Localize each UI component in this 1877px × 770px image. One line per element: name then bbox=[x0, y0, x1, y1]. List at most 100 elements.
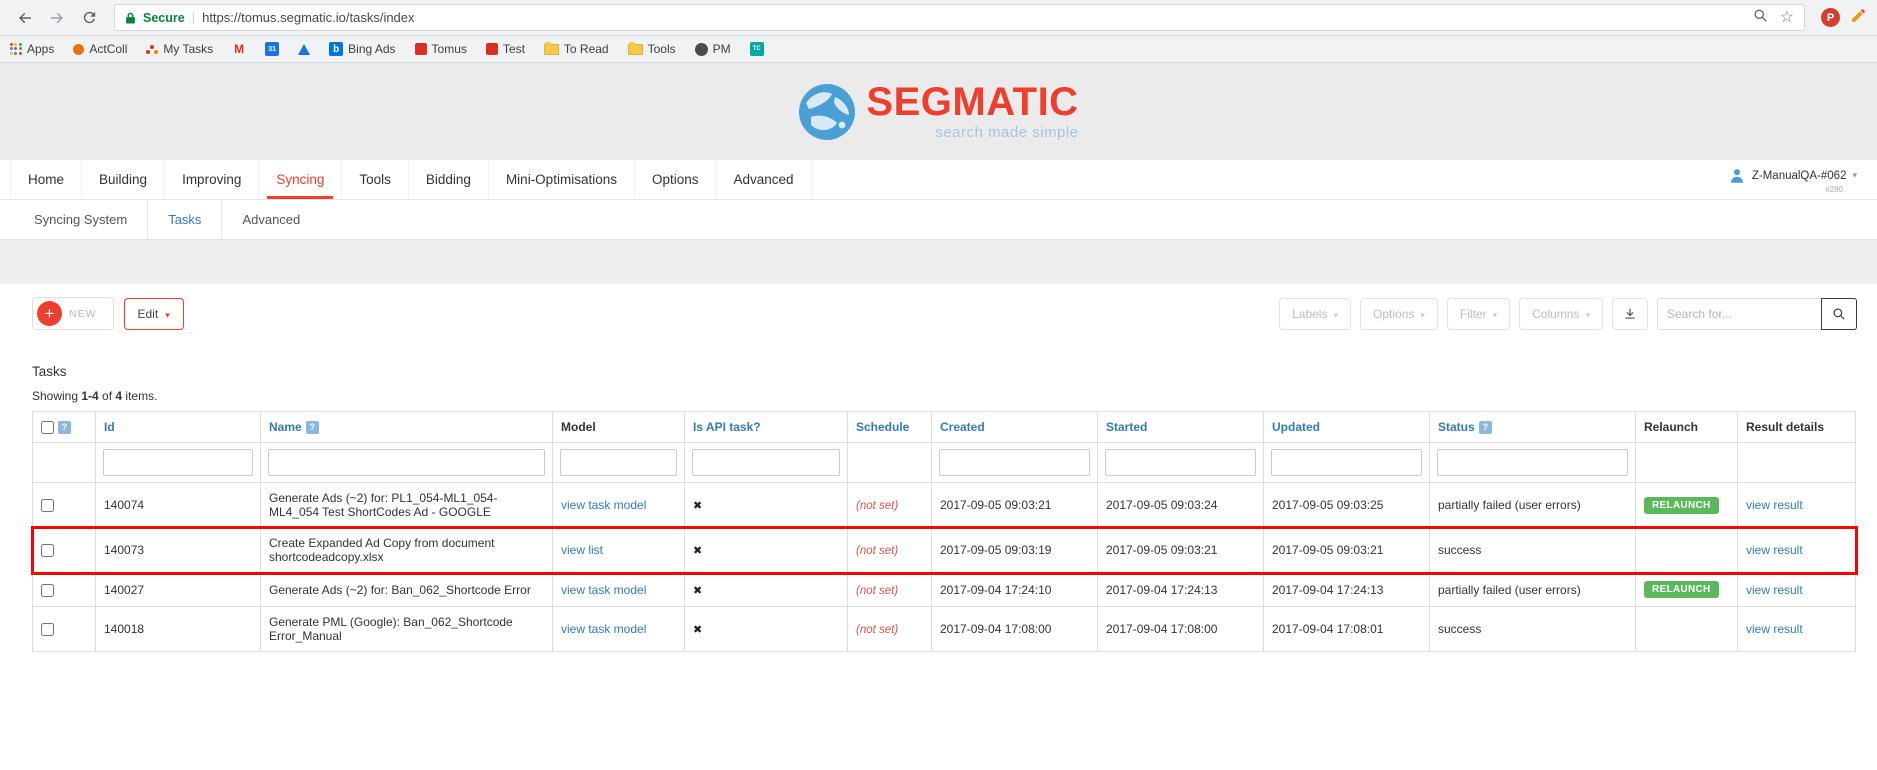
table-row-140027[interactable]: 140027 Generate Ads (~2) for: Ban_062_Sh… bbox=[32, 572, 1856, 608]
help-icon[interactable] bbox=[305, 421, 319, 435]
name-filter-input[interactable] bbox=[268, 449, 545, 477]
view-result-link[interactable]: view result bbox=[1746, 583, 1803, 597]
cell-is-api-task: ✖ bbox=[684, 482, 848, 529]
download-button[interactable] bbox=[1612, 297, 1648, 330]
nav-item-mini-optimisations[interactable]: Mini-Optimisations bbox=[489, 160, 635, 199]
zoom-icon[interactable] bbox=[1753, 8, 1768, 28]
sort-updated-link[interactable]: Updated bbox=[1272, 420, 1320, 434]
id-filter-input[interactable] bbox=[103, 449, 253, 477]
updated-filter-input[interactable] bbox=[1271, 449, 1422, 477]
started-filter-input[interactable] bbox=[1105, 449, 1256, 477]
bookmark-actcoll[interactable]: ActColl bbox=[73, 42, 127, 56]
extension-p-icon[interactable]: P bbox=[1821, 8, 1840, 27]
not-set-value: (not set) bbox=[856, 500, 899, 513]
view-result-link[interactable]: view result bbox=[1746, 498, 1803, 512]
options-button[interactable]: Options bbox=[1360, 297, 1438, 330]
not-set-value: (not set) bbox=[856, 545, 899, 558]
columns-button[interactable]: Columns bbox=[1519, 297, 1603, 330]
bookmark-gmail[interactable]: M bbox=[232, 42, 246, 56]
row-checkbox[interactable] bbox=[41, 583, 54, 597]
filter-button[interactable]: Filter bbox=[1446, 297, 1511, 330]
view-task-model-link[interactable]: view task model bbox=[561, 583, 646, 597]
subnav-item-syncing-system[interactable]: Syncing System bbox=[14, 200, 147, 239]
bookmark-calendar[interactable]: 31 bbox=[265, 42, 280, 56]
user-avatar-icon bbox=[1730, 168, 1743, 183]
help-icon[interactable] bbox=[58, 421, 71, 435]
browser-toolbar: Secure | https://tomus.segmatic.io/tasks… bbox=[0, 0, 1877, 36]
refresh-button[interactable] bbox=[74, 3, 104, 33]
sort-schedule-link[interactable]: Schedule bbox=[856, 420, 909, 434]
view-task-model-link[interactable]: view task model bbox=[561, 622, 646, 636]
nav-item-tools[interactable]: Tools bbox=[342, 160, 409, 199]
bookmark-star-icon[interactable]: ☆ bbox=[1780, 9, 1794, 26]
table-row-140074[interactable]: 140074 Generate Ads (~2) for: PL1_054-ML… bbox=[32, 482, 1856, 529]
table-row-140073-highlighted[interactable]: 140073 Create Expanded Ad Copy from docu… bbox=[30, 525, 1858, 575]
bookmark-pm[interactable]: PM bbox=[694, 42, 731, 56]
nav-item-syncing[interactable]: Syncing bbox=[259, 160, 343, 199]
created-filter-input[interactable] bbox=[939, 449, 1090, 477]
bookmark-folder-to-read[interactable]: To Read bbox=[543, 41, 609, 56]
cell-relaunch: RELAUNCH bbox=[1635, 572, 1738, 608]
bookmark-bing-ads[interactable]: b Bing Ads bbox=[329, 42, 396, 56]
row-checkbox[interactable] bbox=[41, 544, 54, 558]
nav-item-advanced[interactable]: Advanced bbox=[717, 160, 812, 199]
triangle-favicon bbox=[298, 43, 311, 55]
sort-name-link[interactable]: Name bbox=[269, 420, 302, 434]
new-button[interactable]: NEW bbox=[32, 297, 114, 330]
bookmark-folder-tools[interactable]: Tools bbox=[627, 41, 676, 56]
summary-range: 1-4 bbox=[81, 389, 99, 403]
nav-item-home[interactable]: Home bbox=[10, 160, 83, 199]
bookmark-my-tasks[interactable]: My Tasks bbox=[146, 42, 213, 56]
select-all-checkbox[interactable] bbox=[41, 421, 54, 435]
page-background-strip bbox=[0, 240, 1877, 284]
cell-updated: 2017-09-05 09:03:25 bbox=[1263, 482, 1430, 529]
chevron-down-icon bbox=[1493, 307, 1498, 321]
edit-button[interactable]: Edit bbox=[123, 297, 184, 330]
nav-item-options[interactable]: Options bbox=[635, 160, 717, 199]
sort-api-link[interactable]: Is API task? bbox=[693, 420, 761, 434]
nav-item-building[interactable]: Building bbox=[82, 160, 166, 199]
view-task-model-link[interactable]: view task model bbox=[561, 498, 646, 512]
help-icon[interactable] bbox=[1478, 421, 1492, 435]
filter-cell-name bbox=[260, 442, 553, 484]
subnav-item-advanced[interactable]: Advanced bbox=[222, 200, 320, 239]
bookmark-test[interactable]: Test bbox=[485, 42, 525, 56]
subnav-item-tasks[interactable]: Tasks bbox=[147, 200, 223, 239]
status-filter-input[interactable] bbox=[1437, 449, 1628, 477]
calendar-favicon: 31 bbox=[265, 42, 280, 56]
table-row-140018[interactable]: 140018 Generate PML (Google): Ban_062_Sh… bbox=[32, 606, 1856, 653]
cross-icon: ✖ bbox=[693, 583, 703, 597]
page-title: Tasks bbox=[32, 364, 67, 379]
nav-item-bidding[interactable]: Bidding bbox=[409, 160, 489, 199]
nav-item-improving[interactable]: Improving bbox=[165, 160, 260, 199]
view-result-link[interactable]: view result bbox=[1746, 543, 1803, 557]
search-input[interactable] bbox=[1657, 297, 1822, 330]
sort-created-link[interactable]: Created bbox=[940, 420, 985, 434]
row-checkbox[interactable] bbox=[41, 623, 54, 637]
sort-id-link[interactable]: Id bbox=[104, 420, 115, 434]
view-result-link[interactable]: view result bbox=[1746, 622, 1803, 636]
api-filter-input[interactable] bbox=[692, 449, 840, 477]
model-filter-input[interactable] bbox=[560, 449, 677, 477]
folder-icon bbox=[627, 41, 643, 55]
sort-status-link[interactable]: Status bbox=[1438, 420, 1475, 434]
edit-button-label: Edit bbox=[137, 306, 159, 321]
extension-pencil-icon[interactable] bbox=[1850, 7, 1867, 29]
back-button[interactable] bbox=[10, 3, 40, 33]
bookmark-tc[interactable]: TC bbox=[749, 42, 764, 56]
bookmark-apps[interactable]: Apps bbox=[10, 42, 54, 56]
forward-button[interactable] bbox=[42, 3, 72, 33]
row-checkbox[interactable] bbox=[41, 499, 54, 513]
sort-started-link[interactable]: Started bbox=[1106, 420, 1147, 434]
cell-model: view list bbox=[552, 527, 685, 574]
bookmark-tomus[interactable]: Tomus bbox=[414, 42, 467, 56]
view-list-link[interactable]: view list bbox=[561, 543, 603, 557]
search-button[interactable] bbox=[1821, 297, 1857, 330]
address-bar[interactable]: Secure | https://tomus.segmatic.io/tasks… bbox=[114, 4, 1805, 31]
relaunch-button[interactable]: RELAUNCH bbox=[1644, 581, 1719, 599]
filter-cell-created bbox=[931, 442, 1098, 484]
labels-button[interactable]: Labels bbox=[1279, 297, 1352, 330]
bookmark-analytics[interactable] bbox=[298, 43, 311, 55]
user-menu[interactable]: Z-ManualQA-#062 ▾ #280 bbox=[1728, 160, 1857, 200]
relaunch-button[interactable]: RELAUNCH bbox=[1644, 496, 1719, 514]
